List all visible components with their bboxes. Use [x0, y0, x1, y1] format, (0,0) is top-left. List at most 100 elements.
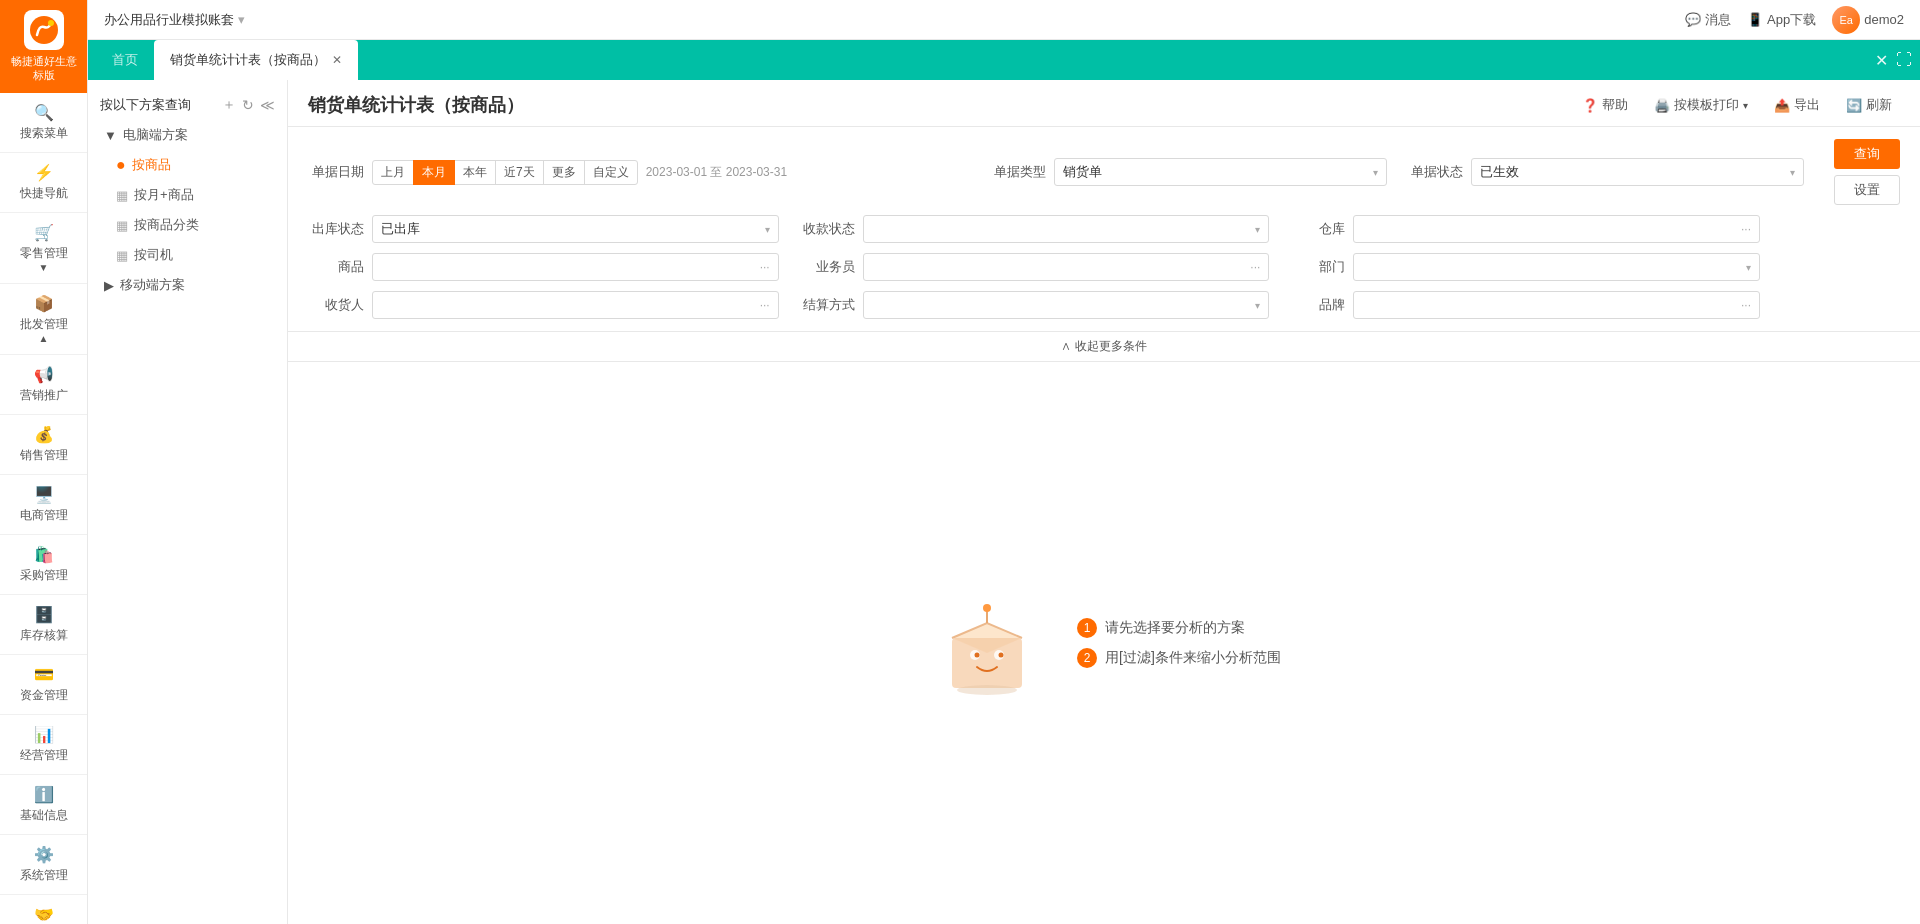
sidebar-item-marketing[interactable]: 📢 营销推广 — [0, 355, 87, 415]
query-button[interactable]: 查询 — [1834, 139, 1900, 169]
user-action[interactable]: Ea demo2 — [1832, 6, 1904, 34]
sidebar-item-basicinfo[interactable]: ℹ️ 基础信息 — [0, 775, 87, 835]
tab-home[interactable]: 首页 — [96, 40, 154, 80]
sidebar-item-system[interactable]: ⚙️ 系统管理 — [0, 835, 87, 895]
sidebar-item-quicknav[interactable]: ⚡ 快捷导航 — [0, 153, 87, 213]
sidebar-item-search[interactable]: 🔍 搜索菜单 — [0, 93, 87, 153]
sidebar-item-wholesale[interactable]: 📦 批发管理 ▲ — [0, 284, 87, 355]
print-dropdown-icon: ▾ — [1743, 100, 1748, 111]
brand-filter-item: 品牌 ··· — [1289, 291, 1760, 319]
sidebar-logo: 畅捷通好生意 标版 — [0, 0, 87, 93]
tree-item-by-month-product[interactable]: ▦ 按月+商品 — [88, 180, 287, 210]
tab-close-all-icon[interactable]: ✕ — [1875, 51, 1888, 70]
date-tab-this-month[interactable]: 本月 — [413, 160, 455, 185]
dept-select[interactable]: ▾ — [1353, 253, 1760, 281]
doc-status-select[interactable]: 已生效 ▾ — [1471, 158, 1804, 186]
page-title: 销货单统计计表（按商品） — [308, 93, 524, 117]
svg-point-5 — [975, 653, 980, 658]
doc-type-filter-item: 单据类型 销货单 ▾ — [990, 158, 1387, 186]
app-selector-label: 办公用品行业模拟账套 — [104, 11, 234, 29]
print-button[interactable]: 🖨️ 按模板打印 ▾ — [1646, 92, 1756, 118]
tree-section-pc[interactable]: ▼ 电脑端方案 — [88, 120, 287, 150]
export-label: 导出 — [1794, 96, 1820, 114]
add-scheme-button[interactable]: ＋ — [222, 96, 236, 114]
tree-item-by-product[interactable]: ● 按商品 — [88, 150, 287, 180]
svg-point-0 — [30, 16, 58, 44]
more-options-icon-5: ··· — [1741, 298, 1751, 312]
left-panel-actions: ＋ ↻ ≪ — [222, 96, 275, 114]
message-action[interactable]: 💬 消息 — [1685, 11, 1731, 29]
pay-status-select[interactable]: ▾ — [863, 215, 1270, 243]
table-icon-3: ▦ — [116, 248, 128, 263]
salesperson-select[interactable]: ··· — [863, 253, 1270, 281]
export-button[interactable]: 📤 导出 — [1766, 92, 1828, 118]
product-select[interactable]: ··· — [372, 253, 779, 281]
tree-item-by-product-cat[interactable]: ▦ 按商品分类 — [88, 210, 287, 240]
tab-sales-stat[interactable]: 销货单统计计表（按商品） ✕ — [154, 40, 358, 80]
app-download-action[interactable]: 📱 App下载 — [1747, 11, 1816, 29]
doc-type-select[interactable]: 销货单 ▾ — [1054, 158, 1387, 186]
help-label: 帮助 — [1602, 96, 1628, 114]
more-options-icon: ··· — [1741, 222, 1751, 236]
payment-select[interactable]: ▾ — [863, 291, 1270, 319]
collapse-bar[interactable]: ∧ 收起更多条件 — [288, 332, 1920, 362]
receiver-select[interactable]: ··· — [372, 291, 779, 319]
print-icon: 🖨️ — [1654, 98, 1670, 113]
retail-icon: 🛒 — [34, 223, 54, 242]
date-label: 单据日期 — [308, 163, 364, 181]
filter-row-2: 出库状态 已出库 ▾ 收款状态 ▾ 仓库 — [308, 215, 1900, 243]
sidebar-item-operations[interactable]: 📊 经营管理 — [0, 715, 87, 775]
app-selector[interactable]: 办公用品行业模拟账套 ▾ — [104, 11, 249, 29]
sidebar-item-ecommerce[interactable]: 🖥️ 电商管理 — [0, 475, 87, 535]
refresh-button[interactable]: 🔄 刷新 — [1838, 92, 1900, 118]
svg-point-9 — [957, 685, 1017, 695]
sidebar-item-retail[interactable]: 🛒 零售管理 ▼ — [0, 213, 87, 284]
brand-select[interactable]: ··· — [1353, 291, 1760, 319]
help-button[interactable]: ❓ 帮助 — [1574, 92, 1636, 118]
out-status-label: 出库状态 — [308, 220, 364, 238]
tab-close-icon[interactable]: ✕ — [332, 53, 342, 67]
sidebar-item-purchase[interactable]: 🛍️ 采购管理 — [0, 535, 87, 595]
refresh-icon: 🔄 — [1846, 98, 1862, 113]
tab-expand-icon[interactable]: ⛶ — [1896, 51, 1912, 69]
user-name: demo2 — [1864, 12, 1904, 27]
doc-type-label: 单据类型 — [990, 163, 1046, 181]
doc-status-label: 单据状态 — [1407, 163, 1463, 181]
sidebar-item-sales[interactable]: 💰 销售管理 — [0, 415, 87, 475]
date-tab-this-year[interactable]: 本年 — [454, 160, 496, 185]
date-tab-custom[interactable]: 自定义 — [584, 160, 638, 185]
out-status-select[interactable]: 已出库 ▾ — [372, 215, 779, 243]
chevron-down-icon-4: ▾ — [1255, 224, 1260, 235]
hint-num-2: 2 — [1077, 648, 1097, 668]
date-tab-7days[interactable]: 近7天 — [495, 160, 544, 185]
finance-icon: 💳 — [34, 665, 54, 684]
svg-point-6 — [999, 653, 1004, 658]
chevron-down-icon: ▾ — [238, 12, 245, 27]
filter-actions: 查询 设置 — [1834, 139, 1900, 205]
by-month-product-label: 按月+商品 — [134, 186, 194, 204]
sidebar-item-enterprise[interactable]: 🤝 企业协同 — [0, 895, 87, 924]
left-panel: 按以下方案查询 ＋ ↻ ≪ ▼ 电脑端方案 ● 按商品 ▦ 按月+商品 — [88, 80, 288, 924]
hint-text-1: 请先选择要分析的方案 — [1105, 619, 1245, 637]
warehouse-label: 仓库 — [1289, 220, 1345, 238]
more-options-icon-2: ··· — [760, 260, 770, 274]
warehouse-filter-item: 仓库 ··· — [1289, 215, 1760, 243]
refresh-scheme-icon[interactable]: ↻ — [242, 97, 254, 113]
tree-item-by-driver[interactable]: ▦ 按司机 — [88, 240, 287, 270]
sidebar-item-finance[interactable]: 💳 资金管理 — [0, 655, 87, 715]
tree-section-mobile[interactable]: ▶ 移动端方案 — [88, 270, 287, 300]
warehouse-select[interactable]: ··· — [1353, 215, 1760, 243]
more-options-icon-3: ··· — [1250, 260, 1260, 274]
date-tab-more[interactable]: 更多 — [543, 160, 585, 185]
more-options-icon-4: ··· — [760, 298, 770, 312]
by-product-cat-label: 按商品分类 — [134, 216, 199, 234]
date-tab-last-month[interactable]: 上月 — [372, 160, 414, 185]
purchase-icon: 🛍️ — [34, 545, 54, 564]
hint-text-2: 用[过滤]条件来缩小分析范围 — [1105, 649, 1281, 667]
marketing-icon: 📢 — [34, 365, 54, 384]
sidebar-item-inventory[interactable]: 🗄️ 库存核算 — [0, 595, 87, 655]
by-driver-label: 按司机 — [134, 246, 173, 264]
collapse-panel-icon[interactable]: ≪ — [260, 97, 275, 113]
settings-button[interactable]: 设置 — [1834, 175, 1900, 205]
message-icon: 💬 — [1685, 12, 1701, 27]
